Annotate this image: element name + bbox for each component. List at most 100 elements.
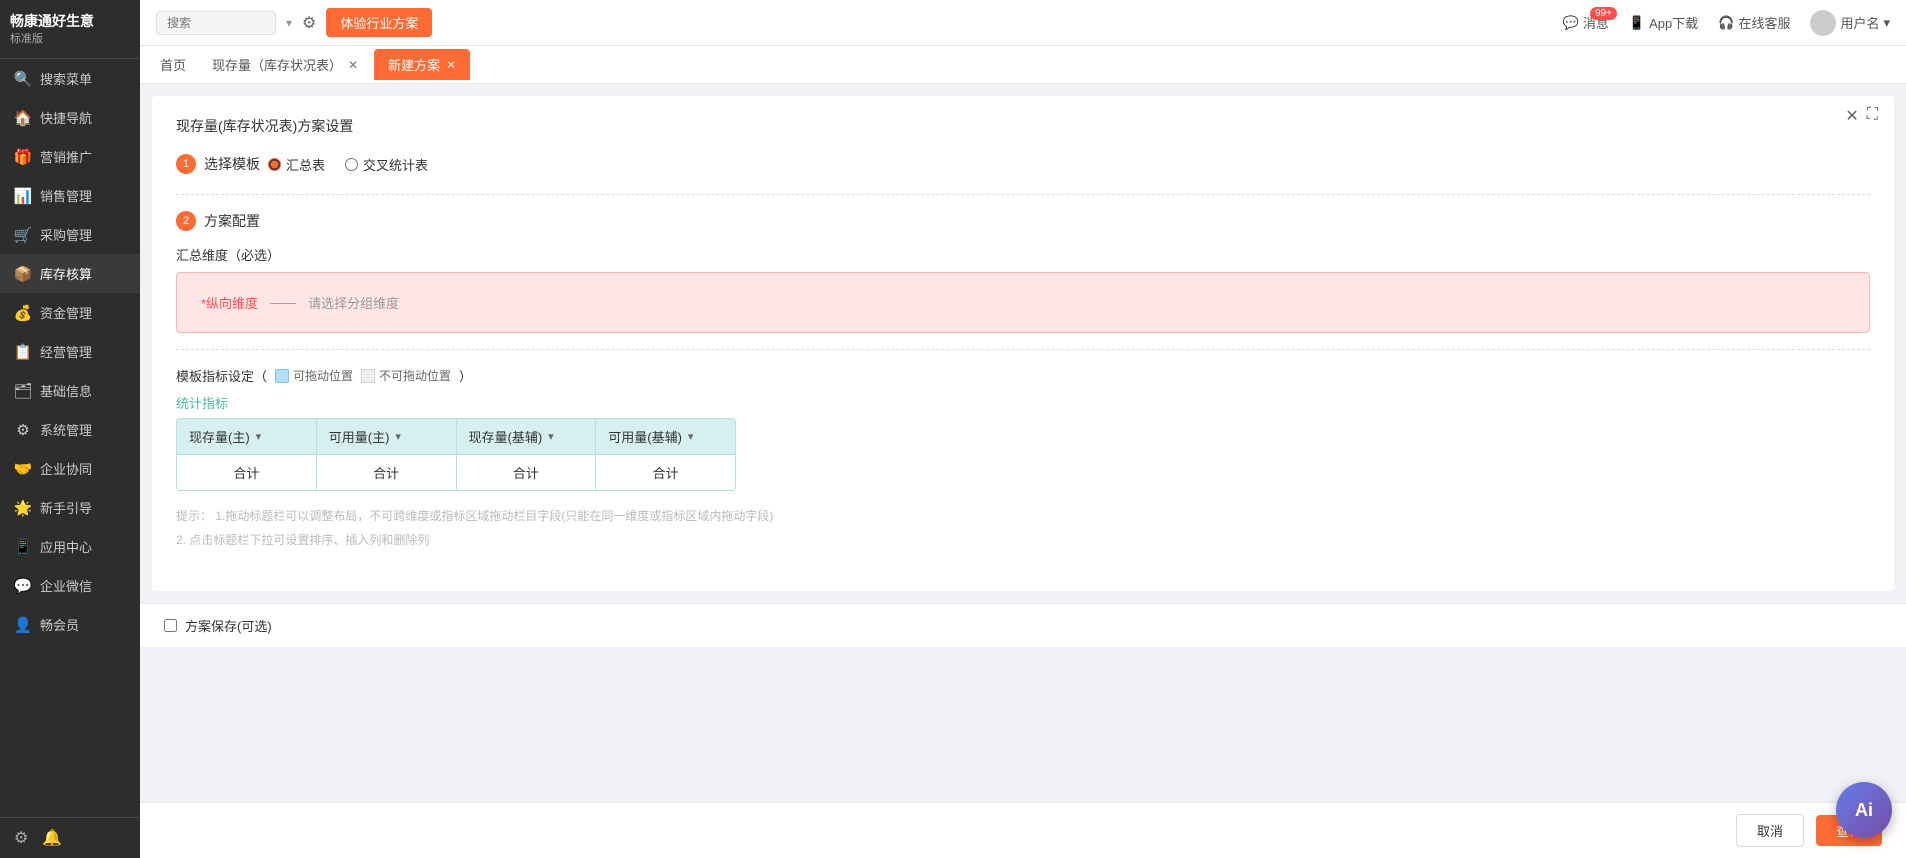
app-icon: 📱 bbox=[1629, 15, 1645, 31]
sound-icon[interactable]: 🔔 bbox=[42, 828, 62, 848]
tab-new-scheme[interactable]: 新建方案 ✕ bbox=[374, 49, 470, 80]
sidebar-item-app-center[interactable]: 📱 应用中心 bbox=[0, 527, 140, 566]
tab-inventory-label: 现存量（库存状况表） bbox=[212, 55, 342, 74]
sidebar-item-label: 销售管理 bbox=[40, 186, 92, 205]
search-input[interactable] bbox=[156, 11, 276, 35]
dim-placeholder: 请选择分组维度 bbox=[308, 293, 399, 312]
sidebar-item-label: 企业协同 bbox=[40, 459, 92, 478]
sidebar-item-label: 库存核算 bbox=[40, 264, 92, 283]
inventory-icon: 📦 bbox=[14, 265, 32, 283]
app-center-icon: 📱 bbox=[14, 538, 32, 556]
sidebar-item-operations[interactable]: 📋 经营管理 bbox=[0, 332, 140, 371]
metrics-label-row: 模板指标设定（ 可拖动位置 不可拖动位置 ） bbox=[176, 366, 1870, 385]
sidebar-item-label: 新手引导 bbox=[40, 498, 92, 517]
service-label: 在线客服 bbox=[1738, 13, 1790, 32]
sidebar-item-member[interactable]: 👤 畅会员 bbox=[0, 605, 140, 644]
panel-close-icon[interactable]: ✕ bbox=[1845, 106, 1858, 126]
service-icon: 🎧 bbox=[1718, 15, 1734, 31]
metrics-col2-chevron-icon[interactable]: ▾ bbox=[395, 430, 401, 443]
radio-cross-input[interactable] bbox=[345, 158, 358, 171]
tab-home[interactable]: 首页 bbox=[150, 49, 196, 80]
metrics-body-col3: 合计 bbox=[457, 455, 597, 490]
metrics-table: 现存量(主) ▾ 可用量(主) ▾ 现存量(基辅) ▾ 可用量(基辅) bbox=[176, 418, 736, 491]
step1-badge: 1 bbox=[176, 154, 196, 174]
messages-button[interactable]: 💬 消息 99+ bbox=[1563, 13, 1609, 32]
sidebar-item-label: 企业微信 bbox=[40, 576, 92, 595]
save-scheme-checkbox[interactable] bbox=[164, 619, 177, 632]
drag-movable-label: 可拖动位置 bbox=[293, 367, 353, 384]
message-icon: 💬 bbox=[1563, 15, 1579, 31]
sidebar-item-basic-info[interactable]: 🗂 基础信息 bbox=[0, 371, 140, 410]
sidebar-item-quick-nav[interactable]: 🏠 快捷导航 bbox=[0, 98, 140, 137]
industry-plan-button[interactable]: 体验行业方案 bbox=[326, 8, 432, 37]
operations-icon: 📋 bbox=[14, 343, 32, 361]
purchase-icon: 🛒 bbox=[14, 226, 32, 244]
tab-new-scheme-label: 新建方案 bbox=[388, 55, 440, 74]
sidebar-item-inventory[interactable]: 📦 库存核算 bbox=[0, 254, 140, 293]
sales-icon: 📊 bbox=[14, 187, 32, 205]
sidebar-item-wechat[interactable]: 💬 企业微信 bbox=[0, 566, 140, 605]
ai-assistant-bubble[interactable]: Ai bbox=[1836, 782, 1892, 838]
cancel-button[interactable]: 取消 bbox=[1736, 814, 1804, 847]
tip-line2: 2. 点击标题栏下拉可设置排序、插入列和删除列 bbox=[176, 530, 1870, 552]
drag-movable-indicator: 可拖动位置 bbox=[275, 367, 353, 384]
settings-icon[interactable]: ⚙ bbox=[14, 828, 28, 848]
metrics-label-text: 模板指标设定（ bbox=[176, 366, 267, 385]
metrics-body-col4: 合计 bbox=[596, 455, 735, 490]
dim-section-label: 汇总维度（必选） bbox=[176, 245, 1870, 264]
sidebar-item-sales[interactable]: 📊 销售管理 bbox=[0, 176, 140, 215]
sidebar-item-search-menu[interactable]: 🔍 搜索菜单 bbox=[0, 59, 140, 98]
metrics-col2-label: 可用量(主) bbox=[329, 427, 390, 446]
tab-inventory-close-icon[interactable]: ✕ bbox=[348, 58, 358, 72]
tab-home-label: 首页 bbox=[160, 55, 186, 74]
radio-summary-input[interactable] bbox=[268, 158, 281, 171]
dim-selection-box[interactable]: *纵向维度 —— 请选择分组维度 bbox=[176, 272, 1870, 333]
sidebar-item-purchase[interactable]: 🛒 采购管理 bbox=[0, 215, 140, 254]
tip-line1: 提示： 1.拖动标题栏可以调整布局，不可跨维度或指标区域拖动栏目字段(只能在同一… bbox=[176, 506, 1870, 528]
metrics-body-col1: 合计 bbox=[177, 455, 317, 490]
sidebar-item-label: 基础信息 bbox=[40, 381, 92, 400]
sidebar-logo: 畅康通好生意 标准版 bbox=[0, 0, 140, 59]
sidebar-item-newbie[interactable]: 🌟 新手引导 bbox=[0, 488, 140, 527]
dim-separator: —— bbox=[270, 295, 296, 310]
newbie-icon: 🌟 bbox=[14, 499, 32, 517]
user-menu[interactable]: 用户名 ▾ bbox=[1810, 10, 1890, 36]
user-chevron-icon: ▾ bbox=[1883, 15, 1890, 31]
sidebar-item-system[interactable]: ⚙ 系统管理 bbox=[0, 410, 140, 449]
wechat-icon: 💬 bbox=[14, 577, 32, 595]
metrics-col3-label: 现存量(基辅) bbox=[469, 427, 543, 446]
metrics-col4-label: 可用量(基辅) bbox=[608, 427, 682, 446]
main-area: ▾ ⚙ 体验行业方案 💬 消息 99+ 📱 App下载 🎧 在线客服 用户名 ▾ bbox=[140, 0, 1906, 858]
radio-summary[interactable]: 汇总表 bbox=[268, 155, 325, 174]
messages-badge: 99+ bbox=[1590, 7, 1617, 20]
sidebar-item-label: 资金管理 bbox=[40, 303, 92, 322]
drag-box-blue-icon bbox=[275, 369, 289, 383]
dropdown-arrow-icon[interactable]: ▾ bbox=[286, 16, 292, 30]
online-service-button[interactable]: 🎧 在线客服 bbox=[1718, 13, 1790, 32]
radio-cross[interactable]: 交叉统计表 bbox=[345, 155, 428, 174]
metrics-col3-chevron-icon[interactable]: ▾ bbox=[548, 430, 554, 443]
sidebar: 畅康通好生意 标准版 🔍 搜索菜单 🏠 快捷导航 🎁 营销推广 📊 销售管理 🛒… bbox=[0, 0, 140, 858]
radio-summary-label: 汇总表 bbox=[286, 155, 325, 174]
finance-icon: 💰 bbox=[14, 304, 32, 322]
sidebar-item-enterprise[interactable]: 🤝 企业协同 bbox=[0, 449, 140, 488]
drag-fixed-indicator: 不可拖动位置 bbox=[361, 367, 451, 384]
user-name: 用户名 bbox=[1840, 13, 1879, 32]
sidebar-item-label: 快捷导航 bbox=[40, 108, 92, 127]
metrics-divider bbox=[176, 349, 1870, 350]
tab-inventory-status[interactable]: 现存量（库存状况表） ✕ bbox=[198, 49, 372, 80]
template-radio-group: 汇总表 交叉统计表 bbox=[268, 155, 428, 174]
panel-controls: ✕ ⛶ bbox=[1845, 106, 1878, 126]
sidebar-item-finance[interactable]: 💰 资金管理 bbox=[0, 293, 140, 332]
metrics-col4-chevron-icon[interactable]: ▾ bbox=[688, 430, 694, 443]
metrics-header-col3: 现存量(基辅) ▾ bbox=[457, 419, 597, 454]
sidebar-item-label: 采购管理 bbox=[40, 225, 92, 244]
save-scheme-label[interactable]: 方案保存(可选) bbox=[185, 616, 272, 635]
panel-expand-icon[interactable]: ⛶ bbox=[1867, 106, 1878, 126]
app-download-button[interactable]: 📱 App下载 bbox=[1629, 13, 1698, 32]
settings-gear-icon[interactable]: ⚙ bbox=[302, 13, 316, 33]
metrics-col1-chevron-icon[interactable]: ▾ bbox=[256, 430, 262, 443]
search-menu-icon: 🔍 bbox=[14, 70, 32, 88]
sidebar-item-marketing[interactable]: 🎁 营销推广 bbox=[0, 137, 140, 176]
tab-new-scheme-close-icon[interactable]: ✕ bbox=[446, 58, 456, 72]
